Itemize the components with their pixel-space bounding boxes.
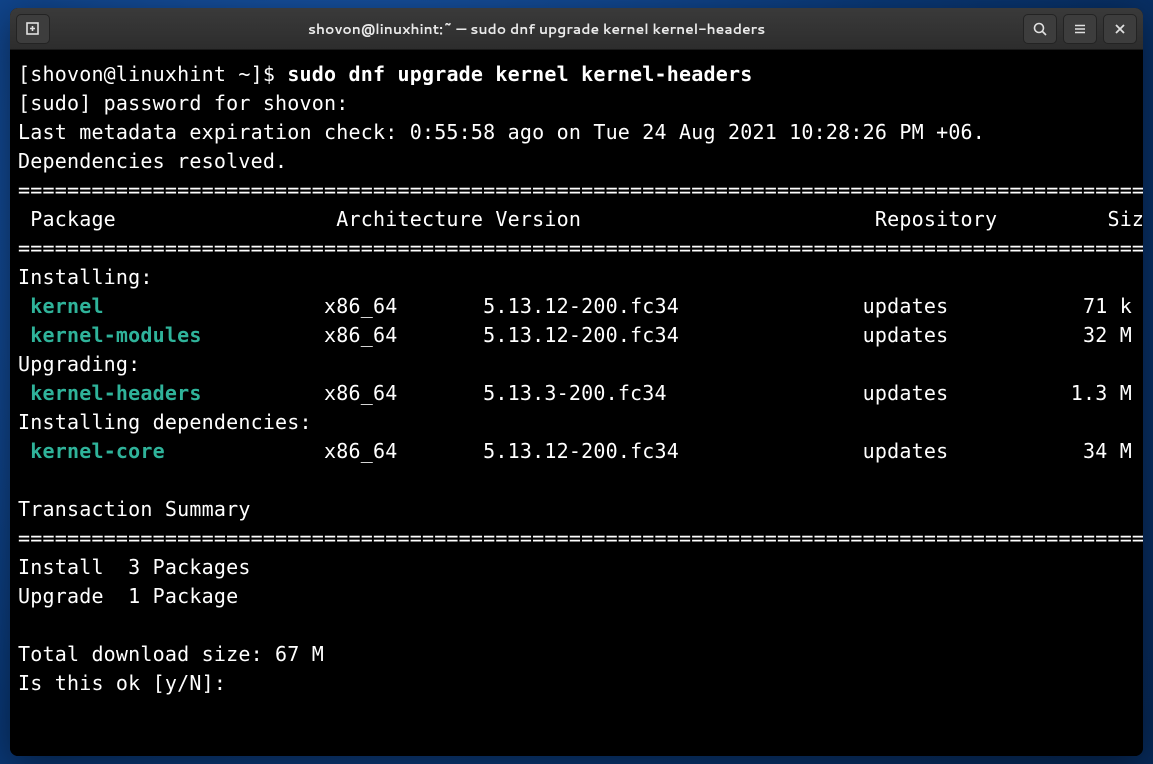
new-tab-button[interactable] [16, 14, 50, 44]
search-button[interactable] [1023, 14, 1057, 44]
titlebar: shovon@linuxhint:~ — sudo dnf upgrade ke… [10, 8, 1143, 50]
window-title: shovon@linuxhint:~ — sudo dnf upgrade ke… [50, 19, 1023, 39]
terminal-output[interactable]: [shovon@linuxhint ~]$ sudo dnf upgrade k… [10, 50, 1143, 756]
terminal-window: shovon@linuxhint:~ — sudo dnf upgrade ke… [10, 8, 1143, 756]
menu-button[interactable] [1063, 14, 1097, 44]
close-button[interactable] [1103, 14, 1137, 44]
